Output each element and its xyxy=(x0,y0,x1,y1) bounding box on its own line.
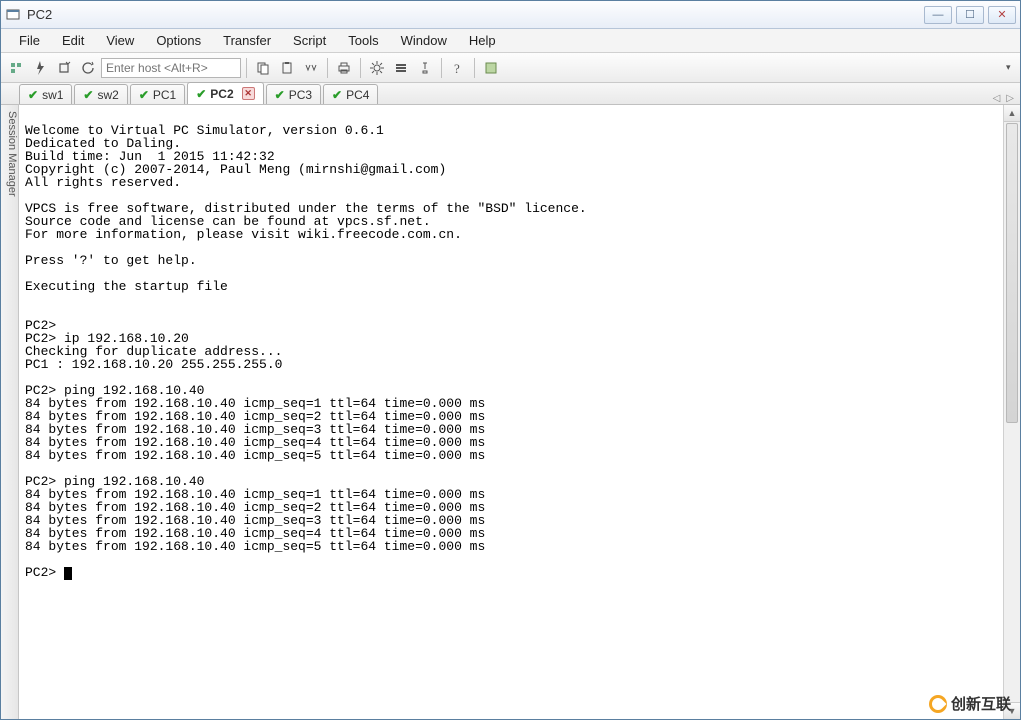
menubar: File Edit View Options Transfer Script T… xyxy=(1,29,1020,53)
menu-help[interactable]: Help xyxy=(459,31,506,50)
tab-pc1[interactable]: ✔ PC1 xyxy=(130,84,185,104)
quick-connect-icon[interactable] xyxy=(29,57,51,79)
minimize-button[interactable]: — xyxy=(924,6,952,24)
tab-pc4[interactable]: ✔ PC4 xyxy=(323,84,378,104)
titlebar[interactable]: PC2 — ☐ ✕ xyxy=(1,1,1020,29)
window-title: PC2 xyxy=(27,7,924,22)
menu-view[interactable]: View xyxy=(96,31,144,50)
terminal-pane: Welcome to Virtual PC Simulator, version… xyxy=(19,105,1020,719)
session-manager-icon[interactable] xyxy=(5,57,27,79)
app-window: PC2 — ☐ ✕ File Edit View Options Transfe… xyxy=(0,0,1021,720)
connected-icon: ✔ xyxy=(139,88,149,102)
tab-close-icon[interactable]: ✕ xyxy=(242,87,255,100)
menu-file[interactable]: File xyxy=(9,31,50,50)
tab-sw1[interactable]: ✔ sw1 xyxy=(19,84,72,104)
connected-icon: ✔ xyxy=(83,88,93,102)
toolbar-separator xyxy=(246,58,247,78)
tab-label: PC2 xyxy=(210,87,233,101)
session-tabbar: ✔ sw1 ✔ sw2 ✔ PC1 ✔ PC2 ✕ ✔ PC3 ✔ PC4 ◁ ▷ xyxy=(1,83,1020,105)
scroll-up-icon[interactable]: ▲ xyxy=(1004,105,1020,122)
connected-icon: ✔ xyxy=(275,88,285,102)
settings-icon[interactable] xyxy=(366,57,388,79)
toolbar-overflow-icon[interactable]: ▾ xyxy=(1006,62,1016,73)
watermark-logo-icon xyxy=(929,695,947,713)
keyword-icon[interactable] xyxy=(414,57,436,79)
tab-label: sw2 xyxy=(97,88,118,102)
toolbar-separator xyxy=(360,58,361,78)
close-button[interactable]: ✕ xyxy=(988,6,1016,24)
connected-icon: ✔ xyxy=(28,88,38,102)
menu-window[interactable]: Window xyxy=(391,31,457,50)
copy-icon[interactable] xyxy=(252,57,274,79)
scroll-thumb[interactable] xyxy=(1006,123,1018,423)
tab-label: sw1 xyxy=(42,88,63,102)
tab-next-icon[interactable]: ▷ xyxy=(1006,93,1014,104)
tab-label: PC3 xyxy=(289,88,312,102)
watermark: 创新互联 xyxy=(929,693,1011,714)
print-icon[interactable] xyxy=(333,57,355,79)
svg-text:?: ? xyxy=(454,61,460,75)
script-icon[interactable] xyxy=(480,57,502,79)
tab-prev-icon[interactable]: ◁ xyxy=(993,93,1001,104)
maximize-button[interactable]: ☐ xyxy=(956,6,984,24)
tab-pc3[interactable]: ✔ PC3 xyxy=(266,84,321,104)
body: Session Manager Welcome to Virtual PC Si… xyxy=(1,105,1020,719)
session-options-icon[interactable] xyxy=(390,57,412,79)
paste-icon[interactable] xyxy=(276,57,298,79)
app-icon xyxy=(5,7,21,23)
toolbar: ? ▾ xyxy=(1,53,1020,83)
menu-script[interactable]: Script xyxy=(283,31,336,50)
menu-options[interactable]: Options xyxy=(146,31,211,50)
connected-icon: ✔ xyxy=(196,87,206,101)
tab-pc2[interactable]: ✔ PC2 ✕ xyxy=(187,82,263,104)
reconnect-all-icon[interactable] xyxy=(77,57,99,79)
window-controls: — ☐ ✕ xyxy=(924,6,1016,24)
watermark-text: 创新互联 xyxy=(951,693,1011,714)
tab-label: PC4 xyxy=(346,88,369,102)
menu-tools[interactable]: Tools xyxy=(338,31,388,50)
host-input[interactable] xyxy=(101,58,241,78)
menu-transfer[interactable]: Transfer xyxy=(213,31,281,50)
tab-nav: ◁ ▷ xyxy=(993,93,1020,104)
toolbar-separator xyxy=(474,58,475,78)
scrollbar[interactable]: ▲ ▼ xyxy=(1003,105,1020,719)
session-manager-strip[interactable]: Session Manager xyxy=(1,105,19,719)
terminal-output[interactable]: Welcome to Virtual PC Simulator, version… xyxy=(19,105,1003,719)
tab-sw2[interactable]: ✔ sw2 xyxy=(74,84,127,104)
reconnect-icon[interactable] xyxy=(53,57,75,79)
menu-edit[interactable]: Edit xyxy=(52,31,94,50)
tab-label: PC1 xyxy=(153,88,176,102)
connected-icon: ✔ xyxy=(332,88,342,102)
terminal-cursor xyxy=(64,567,72,580)
help-icon[interactable]: ? xyxy=(447,57,469,79)
toolbar-separator xyxy=(327,58,328,78)
find-icon[interactable] xyxy=(300,57,322,79)
toolbar-separator xyxy=(441,58,442,78)
